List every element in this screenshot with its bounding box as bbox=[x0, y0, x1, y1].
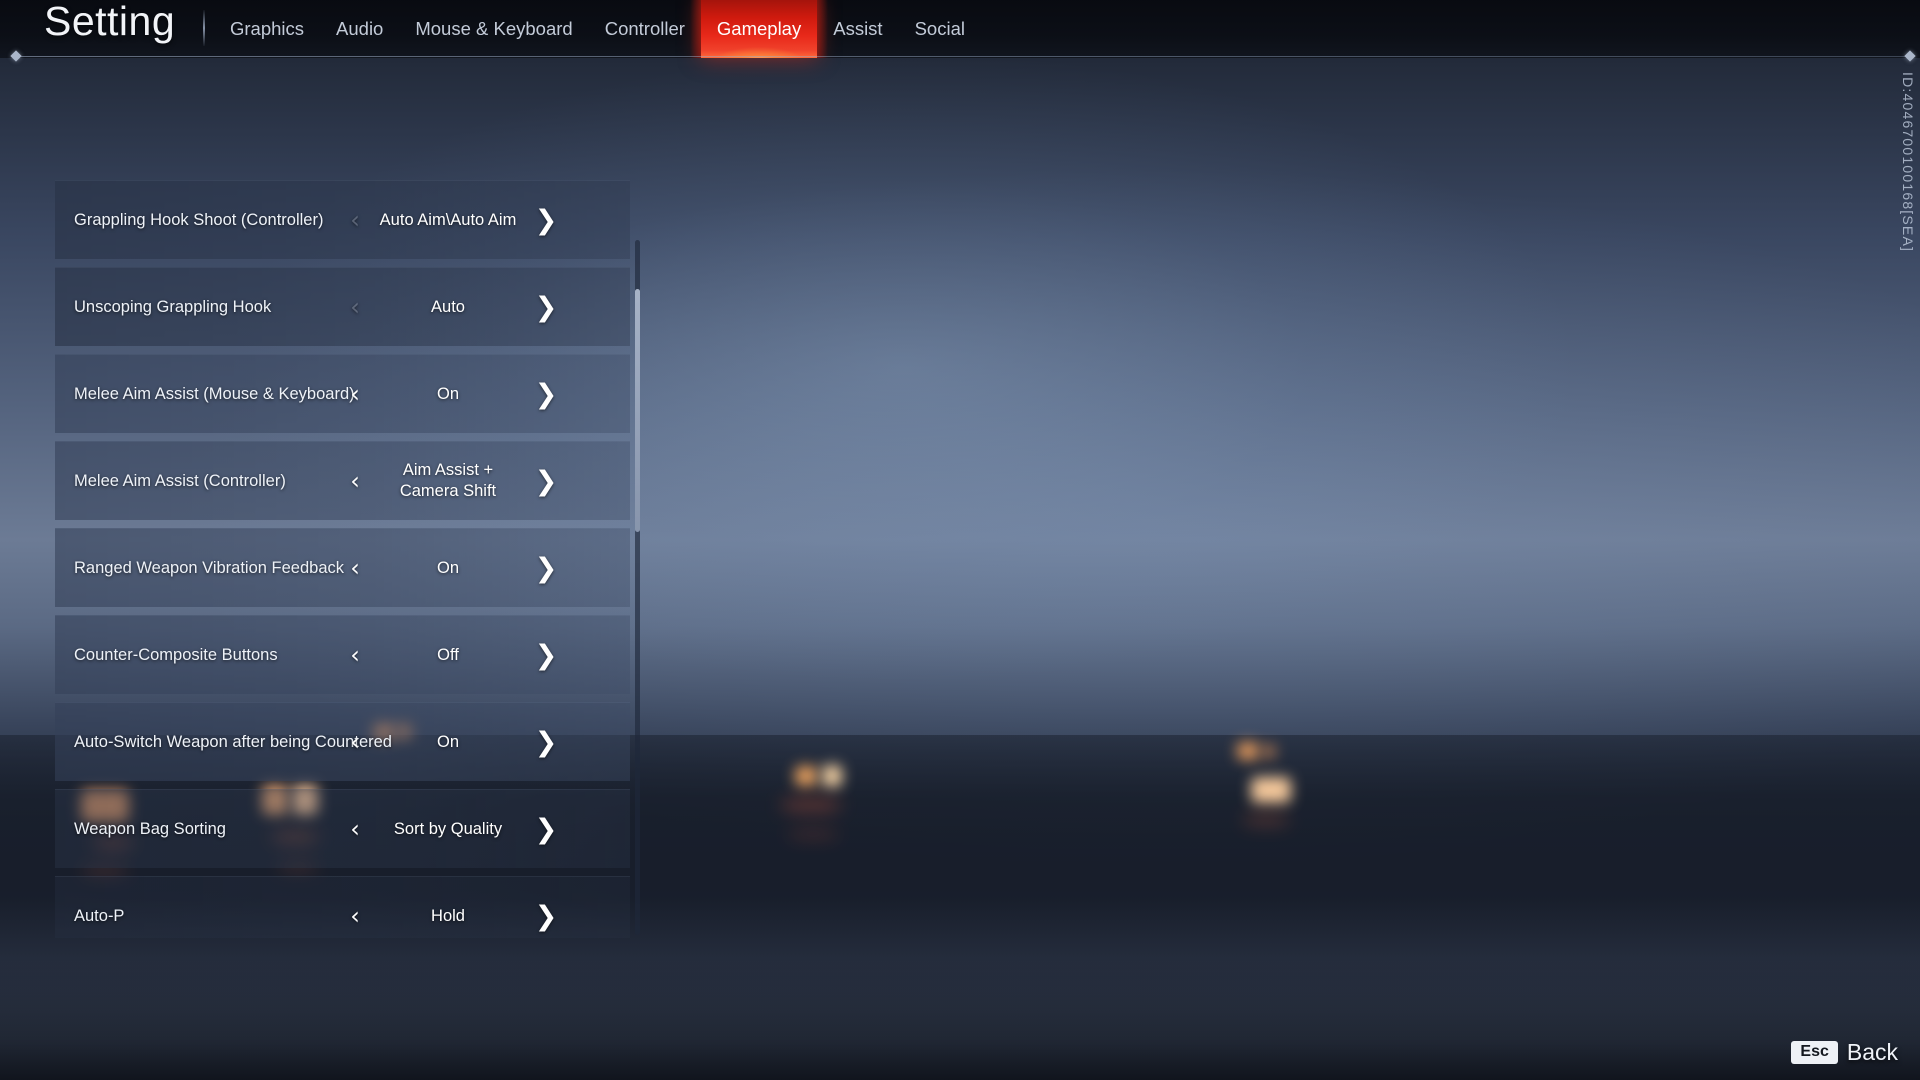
chevron-left-icon[interactable]: ‹ bbox=[344, 295, 366, 319]
settings-row-label: Grappling Hook Shoot (Controller) bbox=[74, 210, 324, 229]
settings-row-value: Auto Aim\Auto Aim bbox=[379, 210, 517, 229]
settings-row-value: Auto bbox=[431, 297, 465, 316]
tab-controller[interactable]: Controller bbox=[589, 0, 701, 58]
chevron-left-icon[interactable]: ‹ bbox=[344, 556, 366, 580]
settings-row-value: On bbox=[436, 732, 459, 751]
settings-row-value: On bbox=[436, 558, 459, 577]
settings-row-value: Sort by Quality bbox=[393, 819, 503, 838]
settings-row-value: On bbox=[436, 384, 459, 403]
chevron-left-icon[interactable]: ‹ bbox=[344, 643, 366, 667]
page-title: Setting bbox=[44, 0, 176, 44]
chevron-right-icon[interactable]: ❯ bbox=[533, 555, 559, 582]
tab-audio[interactable]: Audio bbox=[320, 0, 399, 58]
chevron-left-icon[interactable]: ‹ bbox=[344, 904, 366, 928]
title-divider bbox=[203, 10, 205, 46]
header-divider-line bbox=[18, 56, 1908, 57]
chevron-left-icon[interactable]: ‹ bbox=[344, 817, 366, 841]
footer-scrim bbox=[0, 960, 1920, 1080]
tab-assist[interactable]: Assist bbox=[817, 0, 898, 58]
settings-row-value: Off bbox=[437, 645, 459, 664]
settings-row[interactable]: Melee Aim Assist (Controller) ‹ Aim Assist… bbox=[55, 441, 630, 520]
settings-row-label: Unscoping Grappling Hook bbox=[74, 297, 272, 316]
settings-header: Setting Graphics Audio Mouse & Keyboard Con… bbox=[0, 0, 1920, 58]
settings-row[interactable]: Counter-Composite Buttons ‹ Off ❯ bbox=[55, 615, 630, 694]
chevron-left-icon[interactable]: ‹ bbox=[344, 469, 366, 493]
back-control[interactable]: Esc Back bbox=[1791, 1039, 1898, 1066]
settings-row-label: Auto-P bbox=[74, 906, 125, 925]
settings-row[interactable]: Ranged Weapon Vibration Feedback ‹ On ❯ bbox=[55, 528, 630, 607]
settings-rows: Grappling Hook Shoot (Controller) ‹ Auto A… bbox=[55, 178, 630, 938]
account-id-label: ID:4046700100168[SEA] bbox=[1900, 72, 1916, 253]
settings-scrollbar-thumb[interactable] bbox=[635, 288, 640, 532]
chevron-right-icon[interactable]: ❯ bbox=[533, 816, 559, 843]
tab-graphics[interactable]: Graphics bbox=[214, 0, 320, 58]
chevron-right-icon[interactable]: ❯ bbox=[533, 468, 559, 495]
chevron-left-icon[interactable]: ‹ bbox=[344, 208, 366, 232]
tab-social[interactable]: Social bbox=[899, 0, 981, 58]
tab-gameplay[interactable]: Gameplay bbox=[689, 0, 829, 58]
chevron-left-icon[interactable]: ‹ bbox=[344, 382, 366, 406]
settings-row[interactable]: Unscoping Grappling Hook ‹ Auto ❯ bbox=[55, 267, 630, 346]
settings-row-label: Melee Aim Assist (Controller) bbox=[74, 471, 286, 490]
tab-mouse-keyboard[interactable]: Mouse & Keyboard bbox=[399, 0, 588, 58]
settings-row-value: Aim Assist + Camera Shift bbox=[399, 461, 497, 500]
chevron-right-icon[interactable]: ❯ bbox=[533, 381, 559, 408]
settings-row[interactable]: Grappling Hook Shoot (Controller) ‹ Auto A… bbox=[55, 180, 630, 259]
settings-row[interactable]: Auto-P ‹ Hold ❯ bbox=[55, 876, 630, 938]
settings-tab-bar[interactable]: Graphics Audio Mouse & Keyboard Controller G… bbox=[214, 0, 981, 58]
chevron-right-icon[interactable]: ❯ bbox=[533, 294, 559, 321]
chevron-right-icon[interactable]: ❯ bbox=[533, 642, 559, 669]
settings-row-label: Melee Aim Assist (Mouse & Keyboard) bbox=[74, 384, 355, 403]
chevron-right-icon[interactable]: ❯ bbox=[533, 903, 559, 930]
settings-row[interactable]: Weapon Bag Sorting ‹ Sort by Quality ❯ bbox=[55, 789, 630, 868]
settings-scrollbar-track[interactable] bbox=[635, 240, 640, 935]
back-label: Back bbox=[1846, 1039, 1898, 1065]
settings-row-label: Weapon Bag Sorting bbox=[74, 819, 226, 838]
chevron-right-icon[interactable]: ❯ bbox=[533, 207, 559, 234]
esc-key-badge: Esc bbox=[1791, 1041, 1838, 1064]
settings-row-value: Hold bbox=[431, 906, 465, 925]
chevron-right-icon[interactable]: ❯ bbox=[533, 729, 559, 756]
settings-row-label: Ranged Weapon Vibration Feedback bbox=[74, 558, 344, 577]
settings-row-label: Counter-Composite Buttons bbox=[74, 645, 278, 664]
chevron-left-icon[interactable]: ‹ bbox=[344, 730, 366, 754]
settings-list-panel[interactable]: Grappling Hook Shoot (Controller) ‹ Auto A… bbox=[55, 178, 630, 938]
settings-row[interactable]: Melee Aim Assist (Mouse & Keyboard) ‹ On ❯ bbox=[55, 354, 630, 433]
settings-row[interactable]: Auto-Switch Weapon after being Countered… bbox=[55, 702, 630, 781]
